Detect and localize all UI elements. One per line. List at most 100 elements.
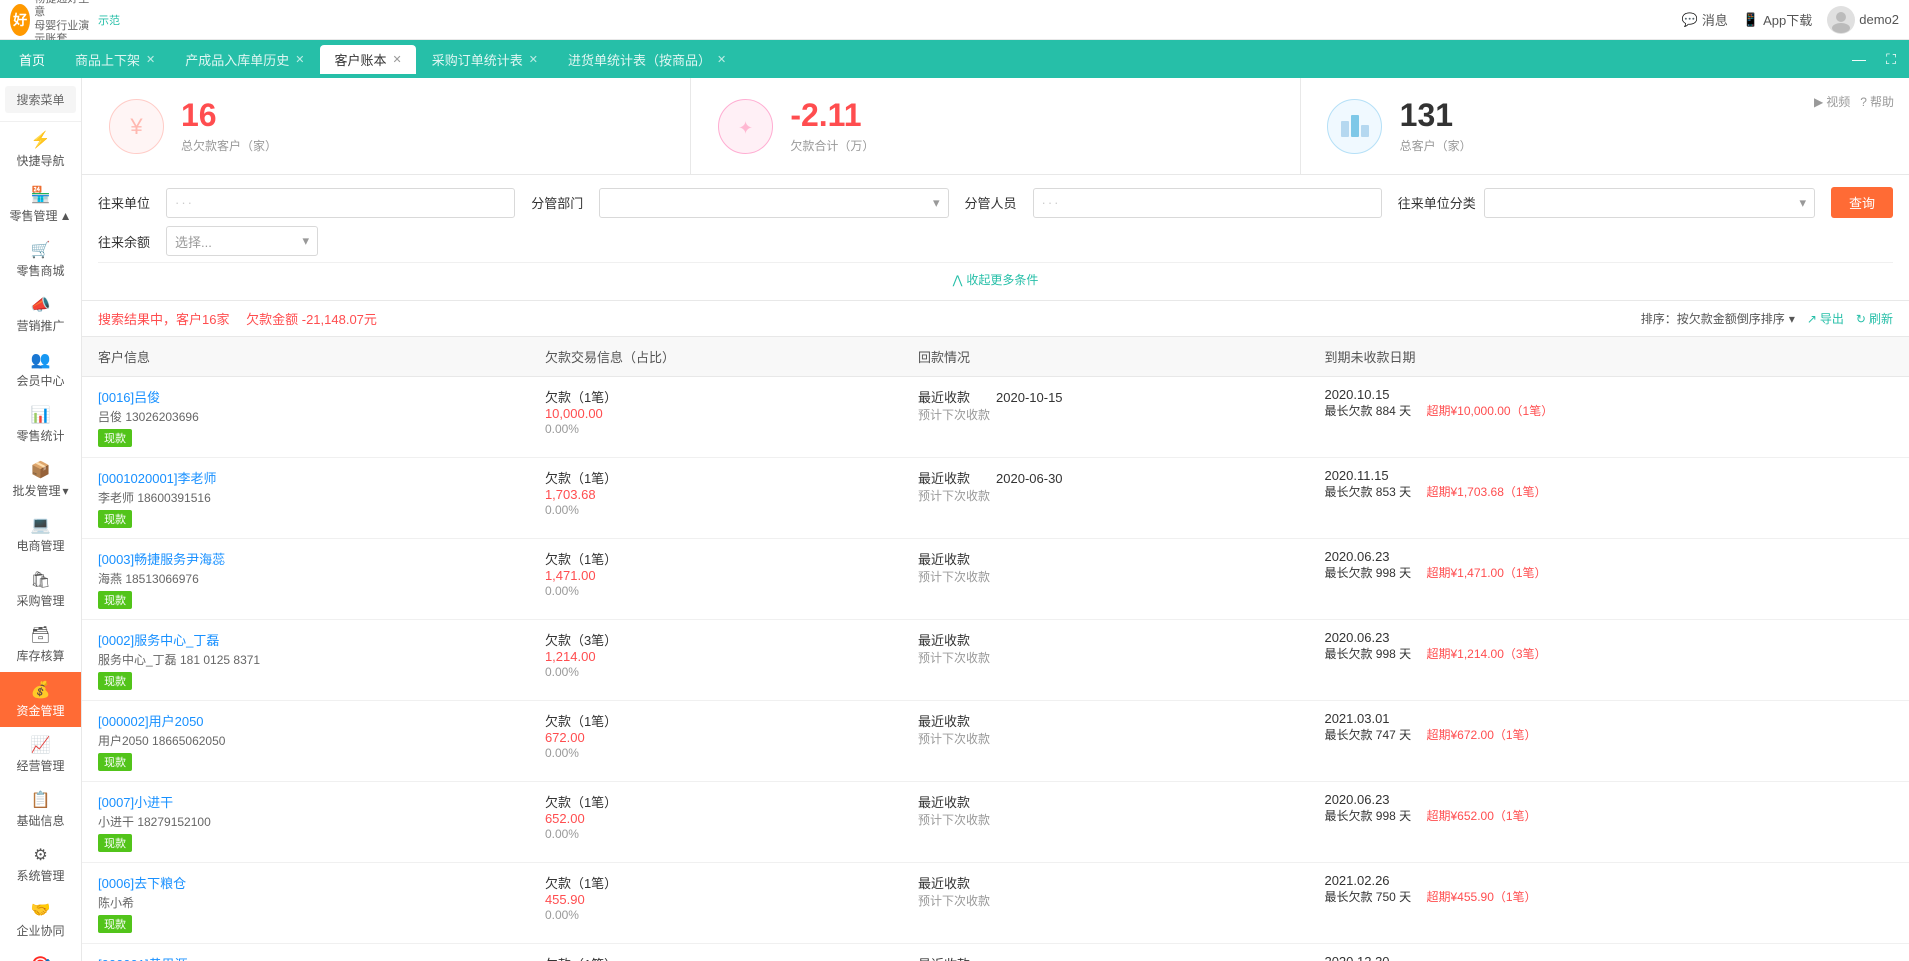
nav-minimize-icon[interactable]: — xyxy=(1846,46,1872,72)
overdue-amount-1[interactable]: 超期¥1,703.68（1笔） xyxy=(1427,485,1547,499)
latest-collect-label-1: 最近收款 2020-06-30 xyxy=(918,468,1292,487)
nav-expand-icon[interactable]: ⛶ xyxy=(1878,46,1904,72)
demo-label[interactable]: 示范 xyxy=(98,12,120,28)
customer-name-0[interactable]: [0016]吕俊 xyxy=(98,387,513,406)
svg-text:✦: ✦ xyxy=(738,118,753,138)
col-repay-status: 回款情况 xyxy=(902,337,1308,377)
branch-dept-select[interactable]: ▾ xyxy=(599,188,948,218)
cell-overdue-0: 2020.10.15 最长欠款 884 天 超期¥10,000.00（1笔） xyxy=(1308,377,1909,458)
customer-name-1[interactable]: [0001020001]李老师 xyxy=(98,468,513,487)
customer-name-4[interactable]: [000002]用户2050 xyxy=(98,711,513,730)
owe-amount-0[interactable]: 10,000.00 xyxy=(545,406,886,421)
sidebar-item-system[interactable]: ⚙ 系统管理 xyxy=(0,837,81,892)
filter-unit-category: 往来单位分类 ▾ xyxy=(1398,188,1815,218)
stat-body-owe-customers: 16 总欠款客户（家） xyxy=(181,99,277,154)
unit-category-label: 往来单位分类 xyxy=(1398,193,1476,212)
customer-name-3[interactable]: [0002]服务中心_丁磊 xyxy=(98,630,513,649)
collapse-btn[interactable]: ⋀ 收起更多条件 xyxy=(953,267,1039,292)
sidebar-item-ecommerce[interactable]: 💻 电商管理 xyxy=(0,507,81,562)
message-btn[interactable]: 💬 消息 xyxy=(1682,10,1728,29)
balance-range-select[interactable]: 选择... ▾ xyxy=(166,226,318,256)
owe-count-5: 欠款（1笔） xyxy=(545,792,886,811)
unit-category-select[interactable]: ▾ xyxy=(1484,188,1815,218)
sidebar-item-newbie[interactable]: 🎯 新手引导 xyxy=(0,947,81,961)
sidebar-item-retail-mgmt[interactable]: 🏪 零售管理 ▲ xyxy=(0,177,81,232)
owe-amount-2[interactable]: 1,471.00 xyxy=(545,568,886,583)
cell-overdue-6: 2021.02.26 最长欠款 750 天 超期¥455.90（1笔） xyxy=(1308,863,1909,944)
close-product-manage-icon[interactable]: ✕ xyxy=(146,53,155,66)
close-purchase-order-icon[interactable]: ✕ xyxy=(529,53,538,66)
owe-amount-4[interactable]: 672.00 xyxy=(545,730,886,745)
sidebar-item-quick-nav[interactable]: ⚡ 快捷导航 xyxy=(0,122,81,177)
due-date-1: 2020.11.15 xyxy=(1324,468,1893,483)
owe-amount-3[interactable]: 1,214.00 xyxy=(545,649,886,664)
tab-customer-account[interactable]: 客户账本 ✕ xyxy=(320,45,415,74)
wholesale-arrow-icon: ▾ xyxy=(62,484,68,498)
stat-card-total-customers: 131 总客户（家） ▶ 视频 ? 帮助 xyxy=(1301,78,1909,174)
latest-collect-label-4: 最近收款 xyxy=(918,711,1292,730)
tab-product-manage[interactable]: 商品上下架 ✕ xyxy=(61,45,169,74)
sidebar-item-basic-info[interactable]: 📋 基础信息 xyxy=(0,782,81,837)
cell-customer-info-2: [0003]畅捷服务尹海蕊 海燕 18513066976 现款 xyxy=(82,539,529,620)
overdue-amount-0[interactable]: 超期¥10,000.00（1笔） xyxy=(1427,404,1554,418)
customer-tag-4: 现款 xyxy=(98,753,132,771)
tab-goods-stats[interactable]: 进货单统计表（按商品） ✕ xyxy=(554,45,740,74)
owe-amount-6[interactable]: 455.90 xyxy=(545,892,886,907)
sidebar-item-finance[interactable]: 💰 资金管理 xyxy=(0,672,81,727)
help-btn[interactable]: ? 帮助 xyxy=(1860,93,1894,110)
customer-name-2[interactable]: [0003]畅捷服务尹海蕊 xyxy=(98,549,513,568)
sidebar-item-retail-stats[interactable]: 📊 零售统计 xyxy=(0,397,81,452)
export-btn[interactable]: ↗ 导出 xyxy=(1807,310,1844,327)
sidebar-search-btn[interactable]: 搜索菜单 xyxy=(5,86,76,113)
sidebar-item-inventory[interactable]: 🗃 库存核算 xyxy=(0,617,81,672)
close-customer-account-icon[interactable]: ✕ xyxy=(393,53,402,66)
member-icon: 👥 xyxy=(5,350,76,370)
sidebar-item-enterprise-coop[interactable]: 🤝 企业协同 xyxy=(0,892,81,947)
col-overdue-date: 到期未收款日期 xyxy=(1308,337,1909,377)
user-profile[interactable]: demo2 xyxy=(1827,6,1899,34)
cell-overdue-3: 2020.06.23 最长欠款 998 天 超期¥1,214.00（3笔） xyxy=(1308,620,1909,701)
sidebar-item-member[interactable]: 👥 会员中心 xyxy=(0,342,81,397)
video-help-btn[interactable]: ▶ 视频 xyxy=(1814,93,1850,110)
overdue-amount-2[interactable]: 超期¥1,471.00（1笔） xyxy=(1427,566,1547,580)
tab-home[interactable]: 首页 xyxy=(5,45,59,74)
latest-collect-label-0: 最近收款 2020-10-15 xyxy=(918,387,1292,406)
customer-name-6[interactable]: [0006]去下粮仓 xyxy=(98,873,513,892)
sidebar-item-marketing[interactable]: 📣 营销推广 xyxy=(0,287,81,342)
customer-name-7[interactable]: [000001]黄思源 xyxy=(98,954,513,961)
app-download-btn[interactable]: 📱 App下载 xyxy=(1743,10,1812,29)
sidebar-item-purchase[interactable]: 🛍 采购管理 xyxy=(0,562,81,617)
tab-purchase-order[interactable]: 采购订单统计表 ✕ xyxy=(418,45,552,74)
stat-icon-owe-total: ✦ xyxy=(715,96,775,156)
search-btn[interactable]: 查询 xyxy=(1831,187,1893,218)
from-unit-input[interactable]: ··· xyxy=(166,188,515,218)
basic-info-icon: 📋 xyxy=(5,790,76,810)
inventory-icon: 🗃 xyxy=(5,625,76,645)
owe-total-label: 欠款合计（万） xyxy=(790,137,874,154)
sidebar-item-wholesale[interactable]: 📦 批发管理 ▾ xyxy=(0,452,81,507)
overdue-amount-3[interactable]: 超期¥1,214.00（3笔） xyxy=(1427,647,1547,661)
close-product-history-icon[interactable]: ✕ xyxy=(295,53,304,66)
due-date-2: 2020.06.23 xyxy=(1324,549,1893,564)
cell-repay-6: 最近收款 预计下次收款 xyxy=(902,863,1308,944)
owe-amount-5[interactable]: 652.00 xyxy=(545,811,886,826)
refresh-btn[interactable]: ↻ 刷新 xyxy=(1856,310,1893,327)
owe-percent-3: 0.00% xyxy=(545,665,579,679)
cell-owe-info-0: 欠款（1笔） 10,000.00 0.00% xyxy=(529,377,902,458)
overdue-amount-6[interactable]: 超期¥455.90（1笔） xyxy=(1427,890,1537,904)
sidebar-item-operations[interactable]: 📈 经营管理 xyxy=(0,727,81,782)
close-goods-stats-icon[interactable]: ✕ xyxy=(717,53,726,66)
overdue-amount-4[interactable]: 超期¥672.00（1笔） xyxy=(1427,728,1537,742)
tab-product-history[interactable]: 产成品入库单历史 ✕ xyxy=(171,45,318,74)
sidebar-item-retail-mall[interactable]: 🛒 零售商城 xyxy=(0,232,81,287)
top-right: 💬 消息 📱 App下载 demo2 xyxy=(1682,6,1899,34)
manager-input[interactable]: ··· xyxy=(1033,188,1382,218)
owe-amount-1[interactable]: 1,703.68 xyxy=(545,487,886,502)
due-date-6: 2021.02.26 xyxy=(1324,873,1893,888)
customer-name-5[interactable]: [0007]小进干 xyxy=(98,792,513,811)
col-customer-info: 客户信息 xyxy=(82,337,529,377)
stat-card-owe-total: ✦ -2.11 欠款合计（万） xyxy=(691,78,1300,174)
sort-select[interactable]: 排序：按欠款金额倒序排序 ▾ xyxy=(1641,310,1795,327)
overdue-amount-5[interactable]: 超期¥652.00（1笔） xyxy=(1427,809,1537,823)
enterprise-coop-icon: 🤝 xyxy=(5,900,76,920)
